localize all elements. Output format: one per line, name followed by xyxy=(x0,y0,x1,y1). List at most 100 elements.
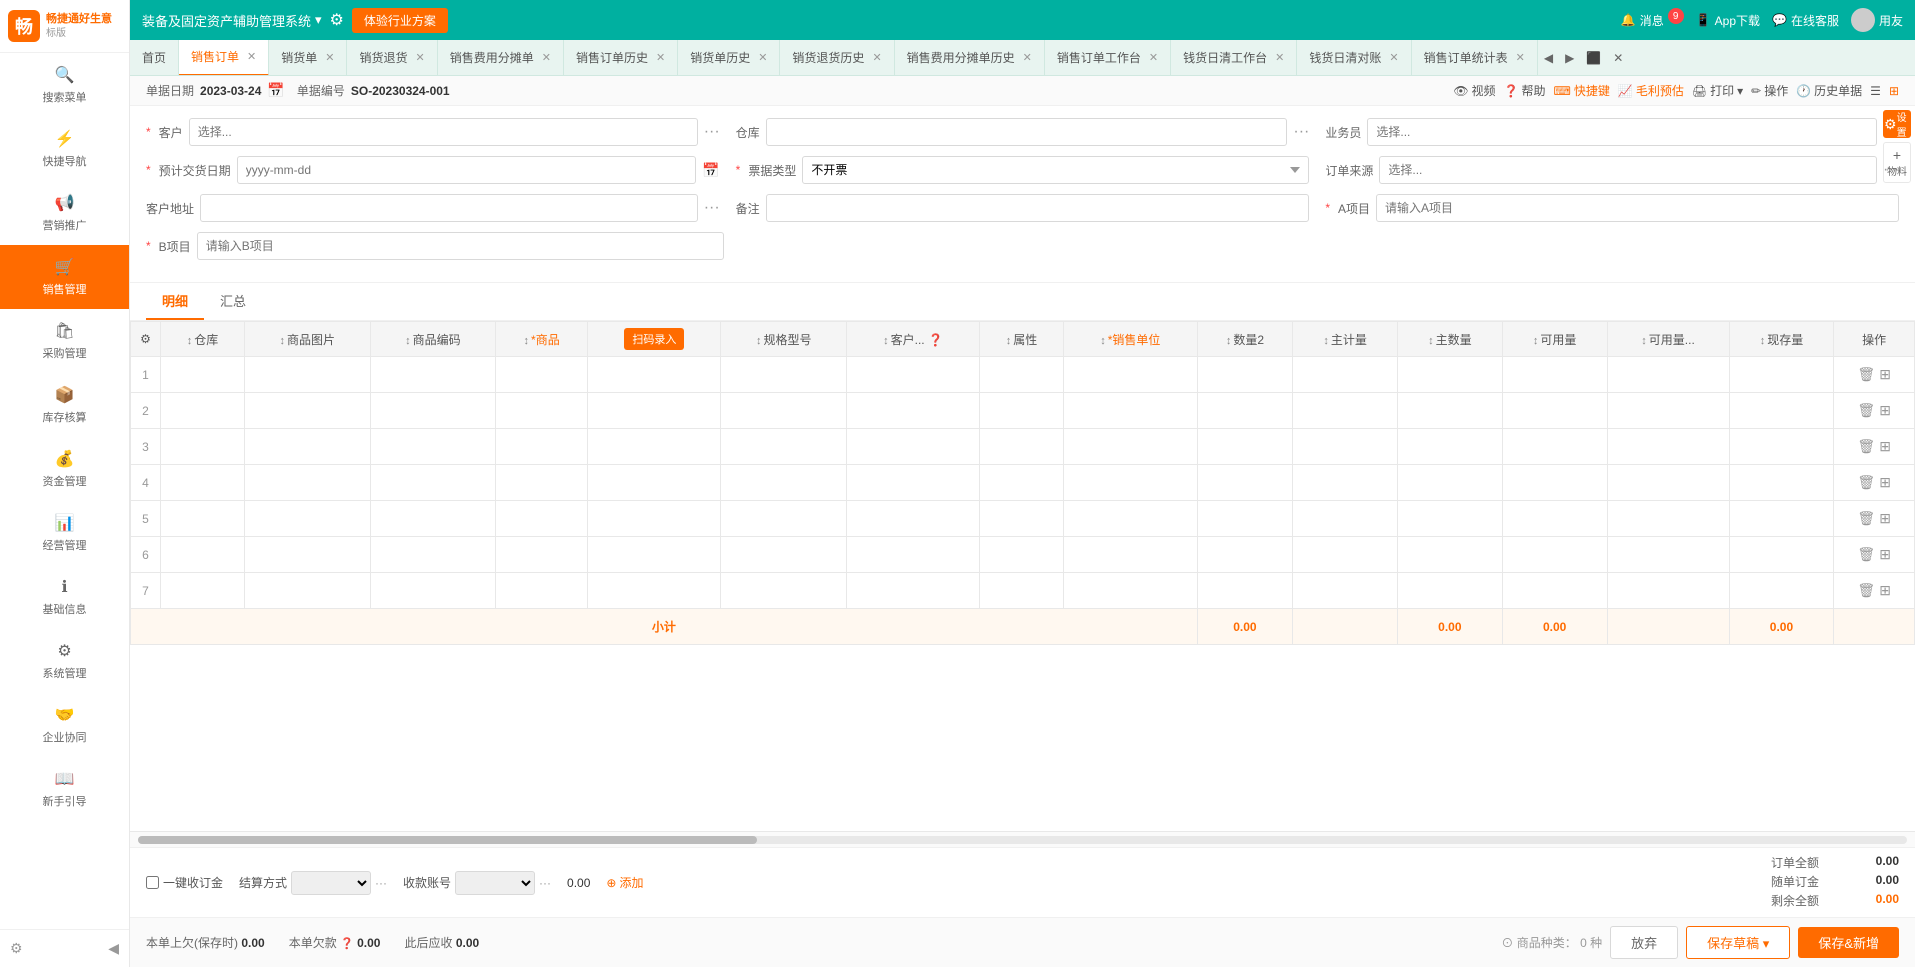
sidebar-item-operations[interactable]: 📊 经营管理 xyxy=(0,501,129,565)
project-b-input[interactable] xyxy=(197,232,725,260)
tab-next-btn[interactable]: ▶ xyxy=(1559,51,1580,65)
app-download-btn[interactable]: 📱 App下载 xyxy=(1696,12,1760,29)
col-settings[interactable]: ⚙ xyxy=(131,322,161,357)
customer-more-btn[interactable]: ··· xyxy=(704,123,720,141)
sidebar-item-marketing[interactable]: 📢 营销推广 xyxy=(0,181,129,245)
print-btn[interactable]: 🖨 打印 ▾ xyxy=(1692,82,1743,99)
row-copy-btn[interactable]: ⊞ xyxy=(1879,546,1891,563)
order-source-input[interactable] xyxy=(1379,156,1877,184)
save-draft-dropdown-icon[interactable]: ▾ xyxy=(1763,936,1770,951)
tab-detail[interactable]: 明细 xyxy=(146,283,204,320)
row-delete-btn[interactable]: 🗑 xyxy=(1857,546,1875,563)
sidebar-collapse-btn[interactable]: ◀ xyxy=(108,940,119,957)
receipt-account-select[interactable] xyxy=(455,871,535,895)
tab-sales-expense-close[interactable]: ✕ xyxy=(542,51,551,64)
tab-expand-btn[interactable]: ⬛ xyxy=(1580,51,1607,65)
address-more-btn[interactable]: ··· xyxy=(704,199,720,217)
sidebar-item-enterprise[interactable]: 🤝 企业协同 xyxy=(0,693,129,757)
row-copy-btn[interactable]: ⊞ xyxy=(1879,582,1891,599)
tab-sales-order-history[interactable]: 销售订单历史 ✕ xyxy=(564,40,678,76)
staff-input[interactable] xyxy=(1367,118,1877,146)
online-service-btn[interactable]: 💬 在线客服 xyxy=(1772,12,1839,29)
sidebar-item-inventory[interactable]: 📦 库存核算 xyxy=(0,373,129,437)
sidebar-item-basic-info[interactable]: ℹ 基础信息 xyxy=(0,565,129,629)
row-delete-btn[interactable]: 🗑 xyxy=(1857,474,1875,491)
warehouse-input[interactable]: 成品库 xyxy=(766,118,1288,146)
topbar-settings-icon[interactable]: ⚙ xyxy=(330,10,344,30)
sidebar-item-guide[interactable]: 📖 新手引导 xyxy=(0,757,129,821)
scroll-area[interactable] xyxy=(130,831,1915,847)
tab-sales-return-history-close[interactable]: ✕ xyxy=(872,51,881,64)
row-delete-btn[interactable]: 🗑 xyxy=(1857,402,1875,419)
row-copy-btn[interactable]: ⊞ xyxy=(1879,510,1891,527)
row-copy-btn[interactable]: ⊞ xyxy=(1879,438,1891,455)
tab-sales-order-workbench-close[interactable]: ✕ xyxy=(1149,51,1158,64)
sidebar-item-purchase[interactable]: 🛍 采购管理 xyxy=(0,309,129,373)
address-input[interactable] xyxy=(200,194,698,222)
sidebar-item-sales[interactable]: 🛒 销售管理 xyxy=(0,245,129,309)
calendar-icon[interactable]: 📅 xyxy=(267,82,284,99)
tab-sales-expense[interactable]: 销售费用分摊单 ✕ xyxy=(438,40,564,76)
delivery-date-input[interactable] xyxy=(237,156,697,184)
tab-daily-workbench-close[interactable]: ✕ xyxy=(1275,51,1284,64)
tab-home[interactable]: 首页 xyxy=(130,40,179,76)
delivery-calendar-icon[interactable]: 📅 xyxy=(702,162,719,179)
warehouse-more-btn[interactable]: ··· xyxy=(1293,123,1309,141)
tab-sales-expense-history[interactable]: 销售费用分摊单历史 ✕ xyxy=(895,40,1045,76)
row-delete-btn[interactable]: 🗑 xyxy=(1857,438,1875,455)
print-dropdown-icon[interactable]: ▾ xyxy=(1737,84,1743,98)
tab-sales-order-close[interactable]: ✕ xyxy=(247,50,256,63)
discard-btn[interactable]: 放弃 xyxy=(1610,926,1678,959)
tab-sales-return[interactable]: 销货退货 ✕ xyxy=(347,40,437,76)
add-btn[interactable]: ⊕ 添加 xyxy=(606,874,643,891)
payment-more-btn[interactable]: ··· xyxy=(375,876,387,890)
sidebar-settings-btn[interactable]: ⚙ xyxy=(10,940,23,957)
scan-btn[interactable]: 扫码录入 xyxy=(624,328,684,350)
shortcut-btn[interactable]: ⌨ 快捷键 xyxy=(1554,82,1610,99)
list-view-btn[interactable]: ☰ xyxy=(1870,84,1881,98)
row-delete-btn[interactable]: 🗑 xyxy=(1857,582,1875,599)
sidebar-item-quicknav[interactable]: ⚡ 快捷导航 xyxy=(0,117,129,181)
help-btn[interactable]: ❓ 帮助 xyxy=(1504,82,1546,99)
view-btn[interactable]: 👁 视频 xyxy=(1453,82,1495,99)
tab-daily-workbench[interactable]: 钱货日清工作台 ✕ xyxy=(1171,40,1297,76)
settings-panel-btn[interactable]: ⚙ 设置 xyxy=(1883,110,1911,138)
add-material-btn[interactable]: + 物料 xyxy=(1883,142,1911,183)
tab-daily-reconcile[interactable]: 钱货日清对账 ✕ xyxy=(1297,40,1411,76)
project-a-input[interactable] xyxy=(1376,194,1899,222)
receipt-more-btn[interactable]: ··· xyxy=(539,876,551,890)
dropdown-icon[interactable]: ▾ xyxy=(315,12,322,28)
invoice-select[interactable]: 不开票 xyxy=(802,156,1309,184)
tab-sales-expense-history-close[interactable]: ✕ xyxy=(1023,51,1032,64)
sidebar-item-search[interactable]: 🔍 搜索菜单 xyxy=(0,53,129,117)
save-new-btn[interactable]: 保存&新增 xyxy=(1798,927,1899,958)
row-copy-btn[interactable]: ⊞ xyxy=(1879,402,1891,419)
remark-input[interactable] xyxy=(766,194,1310,222)
tab-close-btn[interactable]: ✕ xyxy=(1607,51,1629,65)
grid-view-btn[interactable]: ⊞ xyxy=(1889,84,1899,98)
customer-input[interactable] xyxy=(189,118,698,146)
ops-btn[interactable]: ✏ 操作 xyxy=(1751,82,1788,99)
industry-btn[interactable]: 体验行业方案 xyxy=(352,8,448,33)
tab-sales-bill[interactable]: 销货单 ✕ xyxy=(269,40,347,76)
row-delete-btn[interactable]: 🗑 xyxy=(1857,510,1875,527)
tab-summary[interactable]: 汇总 xyxy=(204,283,262,320)
tab-daily-reconcile-close[interactable]: ✕ xyxy=(1389,51,1398,64)
history-btn[interactable]: 🕐 历史单据 xyxy=(1796,82,1862,99)
tab-sales-stats[interactable]: 销售订单统计表 ✕ xyxy=(1412,40,1538,76)
tab-sales-bill-close[interactable]: ✕ xyxy=(325,51,334,64)
sidebar-item-finance[interactable]: 💰 资金管理 xyxy=(0,437,129,501)
user-menu[interactable]: 用友 xyxy=(1851,8,1903,32)
quick-confirm-checkbox[interactable] xyxy=(146,876,159,889)
scroll-thumb[interactable] xyxy=(138,836,757,844)
tab-prev-btn[interactable]: ◀ xyxy=(1538,51,1559,65)
row-copy-btn[interactable]: ⊞ xyxy=(1879,474,1891,491)
tab-sales-order-workbench[interactable]: 销售订单工作台 ✕ xyxy=(1045,40,1171,76)
tab-sales-bill-history-close[interactable]: ✕ xyxy=(758,51,767,64)
payment-method-select[interactable] xyxy=(291,871,371,895)
tab-sales-stats-close[interactable]: ✕ xyxy=(1516,51,1525,64)
sidebar-item-system[interactable]: ⚙ 系统管理 xyxy=(0,629,129,693)
tab-sales-order-history-close[interactable]: ✕ xyxy=(656,51,665,64)
notification-btn[interactable]: 🔔 消息 9 xyxy=(1621,12,1684,29)
row-copy-btn[interactable]: ⊞ xyxy=(1879,366,1891,383)
